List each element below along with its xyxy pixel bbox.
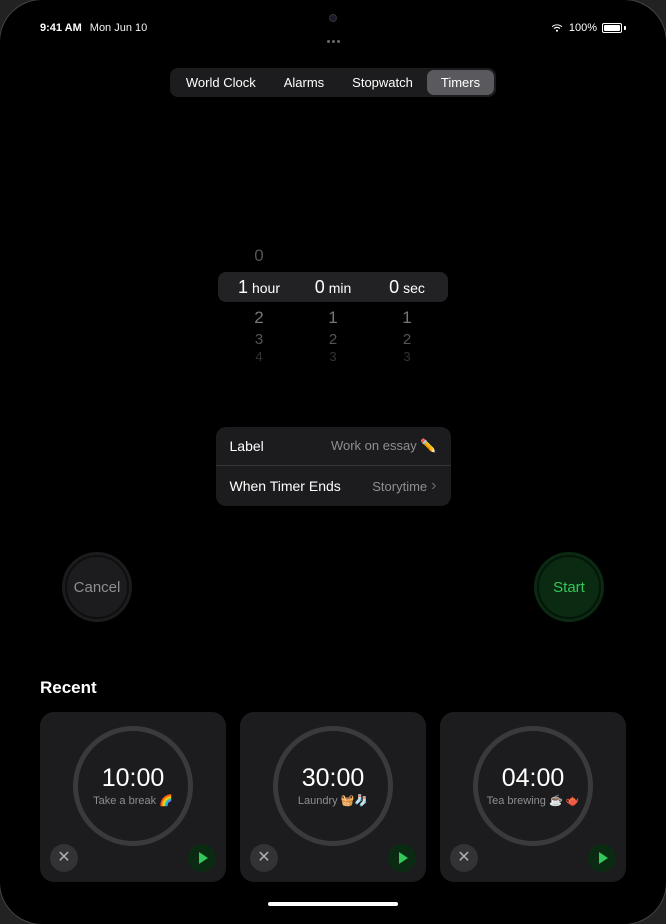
timer-time: 04:00 — [502, 764, 565, 793]
timer-dial: 04:00 Tea brewing ☕️ 🫖 — [473, 726, 593, 846]
timer-time: 30:00 — [302, 764, 365, 793]
picker-seconds-next1: 1 — [376, 308, 438, 328]
play-icon — [399, 852, 408, 864]
start-button[interactable]: Start — [534, 552, 604, 622]
tab-timers[interactable]: Timers — [427, 70, 494, 95]
wifi-icon — [550, 23, 564, 33]
picker-seconds-next2: 2 — [376, 331, 438, 348]
picker-minutes-next1: 1 — [302, 308, 364, 328]
label-row[interactable]: Label Work on essay ✏️ — [216, 427, 451, 465]
picker-hours-column[interactable]: 0 1hour 2 3 4 — [228, 227, 290, 347]
picker-minutes-column[interactable]: 0min 1 2 3 — [302, 227, 364, 347]
picker-minutes-next3: 3 — [302, 349, 364, 364]
picker-hours-next3: 4 — [228, 349, 290, 364]
picker-hours-next2: 3 — [228, 331, 290, 348]
delete-timer-button[interactable]: ✕ — [450, 844, 478, 872]
home-indicator[interactable] — [268, 902, 398, 906]
tab-alarms[interactable]: Alarms — [270, 70, 338, 95]
label-value: Work on essay ✏️ — [331, 438, 437, 454]
when-ends-value: Storytime — [372, 479, 427, 494]
play-icon — [599, 852, 608, 864]
tab-world-clock[interactable]: World Clock — [172, 70, 270, 95]
close-icon: ✕ — [257, 850, 270, 866]
picker-seconds-next3: 3 — [376, 349, 438, 364]
delete-timer-button[interactable]: ✕ — [50, 844, 78, 872]
timer-dial: 30:00 Laundry 🧺🧦 — [273, 726, 393, 846]
picker-minutes-value: 0 — [315, 272, 325, 302]
picker-seconds-value: 0 — [389, 272, 399, 302]
delete-timer-button[interactable]: ✕ — [250, 844, 278, 872]
play-icon — [199, 852, 208, 864]
picker-hours-next1: 2 — [228, 308, 290, 328]
multitasking-dots-icon[interactable] — [322, 40, 344, 44]
timer-dial: 10:00 Take a break 🌈 — [73, 726, 193, 846]
when-timer-ends-row[interactable]: When Timer Ends Storytime › — [216, 465, 451, 506]
close-icon: ✕ — [457, 850, 470, 866]
timer-time: 10:00 — [102, 764, 165, 793]
battery-percentage: 100% — [569, 22, 597, 34]
cancel-button-label: Cancel — [74, 579, 121, 596]
picker-hours-value: 1 — [238, 272, 248, 302]
picker-hours-unit: hour — [252, 273, 280, 303]
front-camera — [329, 14, 337, 22]
recent-timer-card[interactable]: 30:00 Laundry 🧺🧦 ✕ — [240, 712, 426, 882]
picker-minutes-unit: min — [329, 273, 352, 303]
battery-icon — [602, 23, 626, 33]
time-picker[interactable]: 0 1hour 2 3 4 0min 1 2 3 — [10, 227, 656, 347]
recent-timer-card[interactable]: 10:00 Take a break 🌈 ✕ — [40, 712, 226, 882]
when-ends-title: When Timer Ends — [230, 478, 341, 494]
tab-stopwatch[interactable]: Stopwatch — [338, 70, 427, 95]
play-timer-button[interactable] — [588, 844, 616, 872]
picker-hours-prev: 0 — [228, 246, 290, 266]
app-tabs: World Clock Alarms Stopwatch Timers — [10, 68, 656, 97]
close-icon: ✕ — [57, 850, 70, 866]
cancel-button[interactable]: Cancel — [62, 552, 132, 622]
label-title: Label — [230, 438, 264, 454]
timer-label: Tea brewing ☕️ 🫖 — [487, 795, 580, 808]
recent-timer-card[interactable]: 04:00 Tea brewing ☕️ 🫖 ✕ — [440, 712, 626, 882]
recent-timers-grid: 10:00 Take a break 🌈 ✕ 30:00 Laundry 🧺🧦 — [40, 712, 626, 882]
picker-seconds-column[interactable]: 0sec 1 2 3 — [376, 227, 438, 347]
start-button-label: Start — [553, 579, 585, 596]
chevron-right-icon: › — [431, 477, 436, 495]
play-timer-button[interactable] — [188, 844, 216, 872]
recent-heading: Recent — [40, 678, 626, 698]
timer-label: Laundry 🧺🧦 — [298, 795, 368, 808]
picker-minutes-next2: 2 — [302, 331, 364, 348]
play-timer-button[interactable] — [388, 844, 416, 872]
status-date: Mon Jun 10 — [90, 22, 147, 34]
picker-seconds-unit: sec — [403, 273, 425, 303]
status-time: 9:41 AM — [40, 22, 82, 34]
timer-label: Take a break 🌈 — [93, 795, 173, 808]
timer-settings-card: Label Work on essay ✏️ When Timer Ends S… — [216, 427, 451, 506]
